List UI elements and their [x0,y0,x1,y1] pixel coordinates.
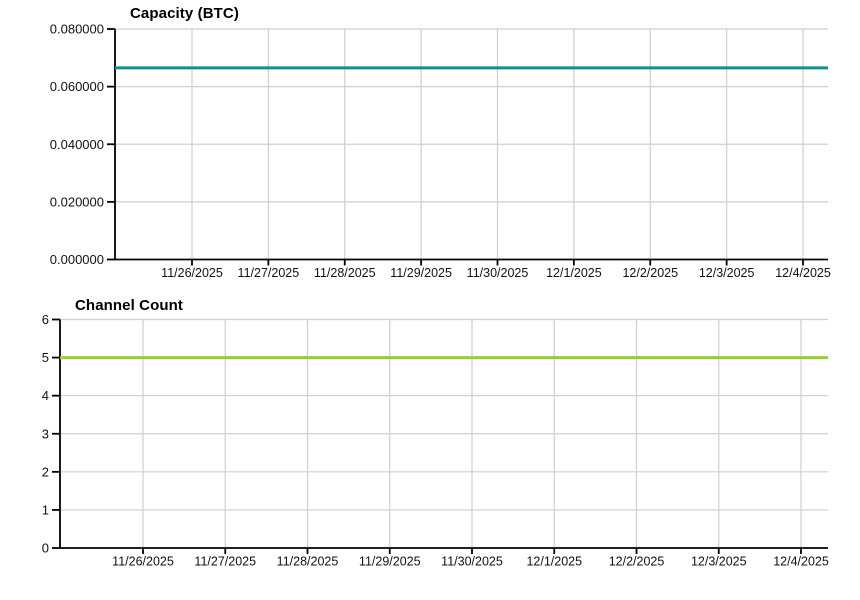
channel-count-x-tick-label: 12/1/2025 [526,555,582,569]
channel-count-x-tick-label: 11/29/2025 [359,555,421,569]
charts-canvas: 0.000000 0.020000 0.040000 0.060000 0.080000… [42,22,831,569]
channel-count-y-tick-label: 5 [42,350,49,365]
channel-count-x-tick-label: 11/26/2025 [112,555,174,569]
node-stats-charts: Capacity (BTC) Channel Count 0.000000 0.0… [0,0,860,600]
capacity-y-tick-label: 0.060000 [50,79,104,94]
capacity-x-tick-label: 12/1/2025 [546,266,602,280]
capacity-y-tick-label: 0.040000 [50,137,104,152]
capacity-x-tick-label: 12/4/2025 [775,266,831,280]
channel-count-x-tick-label: 12/3/2025 [691,555,747,569]
capacity-x-tick-label: 11/30/2025 [467,266,529,280]
channel-count-x-tick-label: 12/2/2025 [609,555,665,569]
capacity-x-tick-label: 12/3/2025 [699,266,755,280]
channel-count-x-tick-label: 11/27/2025 [194,555,256,569]
capacity-x-tick-label: 12/2/2025 [622,266,678,280]
channel-count-y-tick-label: 0 [42,541,49,556]
capacity-x-tick-label: 11/27/2025 [238,266,300,280]
channel-count-x-tick-label: 11/28/2025 [277,555,339,569]
channel-count-y-tick-label: 4 [42,388,49,403]
capacity-x-tick-label: 11/28/2025 [314,266,376,280]
capacity-x-tick-label: 11/29/2025 [390,266,452,280]
capacity-y-tick-label: 0.080000 [50,22,104,37]
channel-count-x-tick-label: 11/30/2025 [441,555,503,569]
channel-count-y-tick-label: 3 [42,426,49,441]
channel-count-y-tick-label: 6 [42,312,49,327]
channel-count-y-tick-label: 1 [42,502,49,517]
channel-count-y-tick-label: 2 [42,464,49,479]
capacity-x-tick-label: 11/26/2025 [161,266,223,280]
channel-count-x-tick-label: 12/4/2025 [773,555,829,569]
capacity-y-tick-label: 0.020000 [50,194,104,209]
capacity-y-tick-label: 0.000000 [50,252,104,267]
